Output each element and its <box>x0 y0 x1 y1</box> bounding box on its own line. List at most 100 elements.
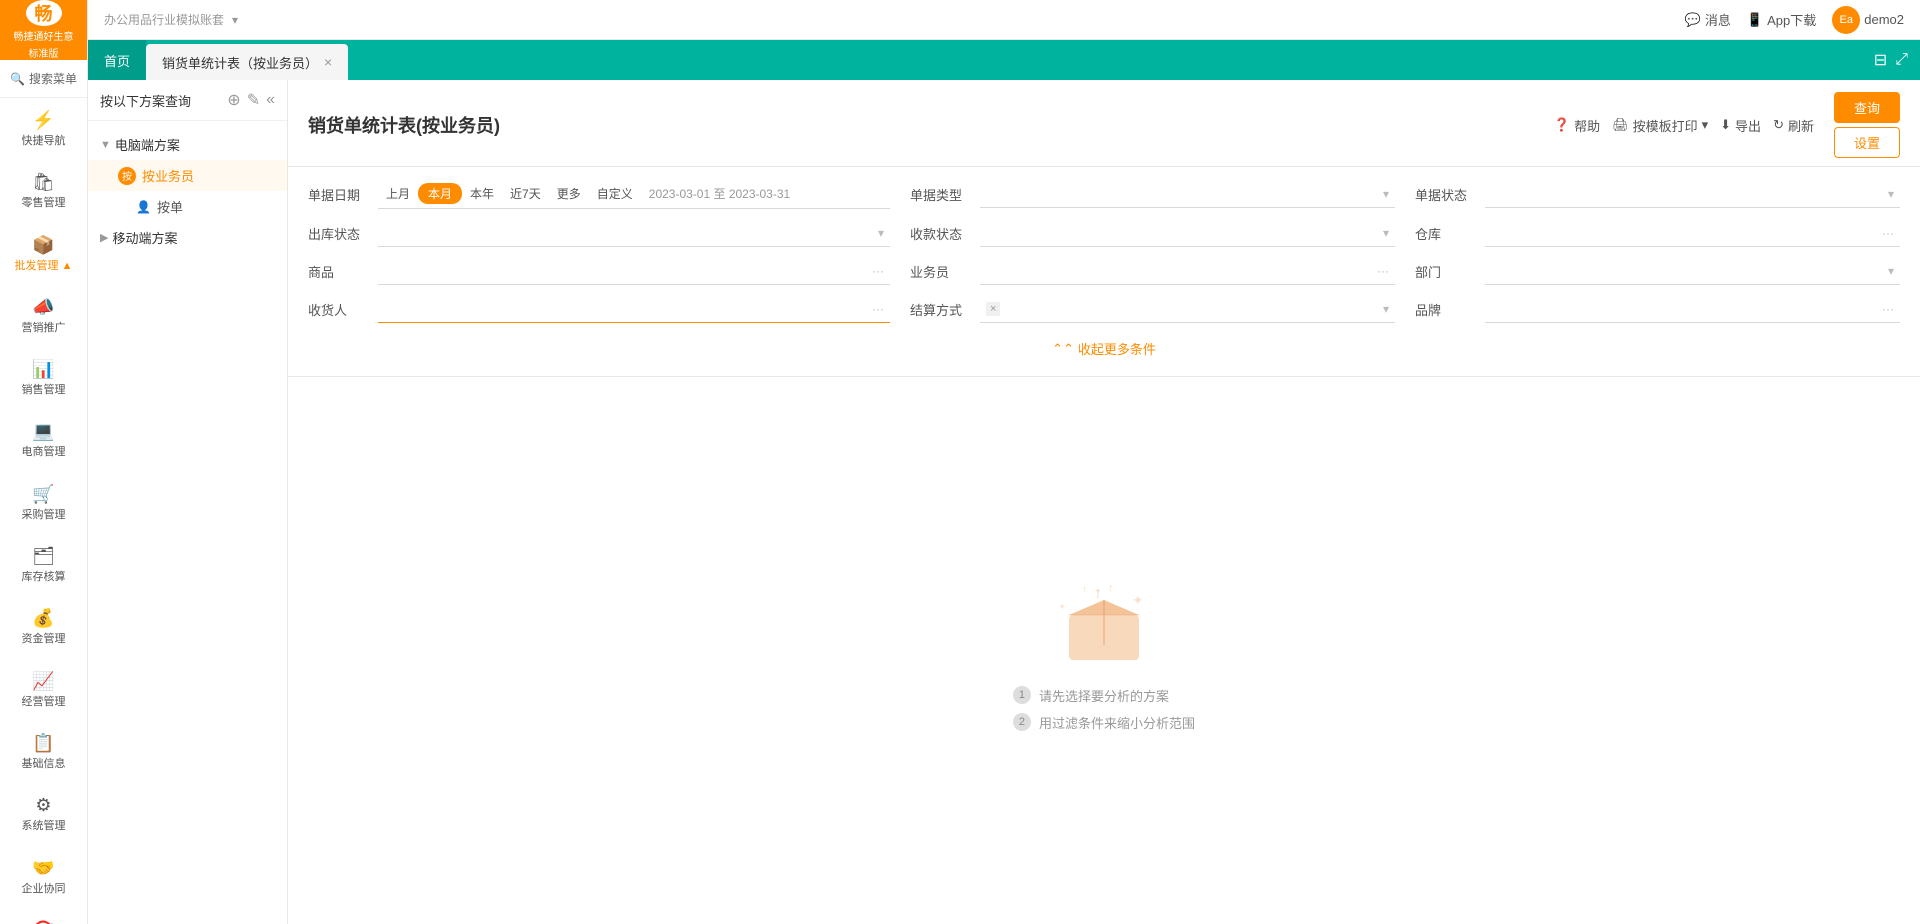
sidebar-item-marketing[interactable]: 📣 营销推广 <box>0 285 87 347</box>
query-button[interactable]: 查询 <box>1834 92 1900 123</box>
date-btn-more[interactable]: 更多 <box>549 183 589 204</box>
sidebar-search[interactable]: 🔍 搜索菜单 <box>0 60 87 98</box>
date-filter-control: 上月 本月 本年 近7天 更多 自定义 2023-03-01 至 2023-03… <box>378 179 890 209</box>
receipt-status-arrow: ▾ <box>1383 226 1389 240</box>
tree-sub-child-order[interactable]: 👤 按单 <box>88 191 287 222</box>
tab-minimize-icon[interactable]: ⊟ <box>1874 50 1887 70</box>
sidebar-item-purchase[interactable]: 🛒 采购管理 <box>0 472 87 534</box>
filter-settlement: 结算方式 × ▾ <box>910 295 1395 323</box>
sidebar-item-finance[interactable]: 💰 资金管理 <box>0 596 87 658</box>
basic-label: 基础信息 <box>22 757 66 771</box>
child-icon-staff: 按 <box>118 167 136 185</box>
date-btn-this-year[interactable]: 本年 <box>462 183 502 204</box>
date-range-text: 2023-03-01 至 2023-03-31 <box>649 185 790 202</box>
product-control[interactable]: ··· <box>378 257 890 285</box>
collapse-panel-icon[interactable]: « <box>266 91 275 109</box>
doc-status-label: 单据状态 <box>1415 185 1485 204</box>
date-btn-custom[interactable]: 自定义 <box>589 183 641 204</box>
sidebar-item-basic[interactable]: 📋 基础信息 <box>0 721 87 783</box>
hint-item-2: 2 用过滤条件来缩小分析范围 <box>1013 713 1195 732</box>
app-download-action[interactable]: 📱 App下载 <box>1747 10 1816 29</box>
settlement-clear-icon[interactable]: × <box>986 302 1000 316</box>
export-action[interactable]: ⬇ 导出 <box>1720 116 1761 135</box>
sidebar-item-quick-nav[interactable]: ⚡ 快捷导航 <box>0 98 87 160</box>
product-more-icon: ··· <box>872 264 884 278</box>
tree-group-desktop-header[interactable]: ▼ 电脑端方案 <box>88 129 287 160</box>
date-btn-last7[interactable]: 近7天 <box>502 183 549 204</box>
filter-staff: 业务员 ··· <box>910 257 1395 285</box>
sidebar-item-sales[interactable]: 📊 销售管理 <box>0 347 87 409</box>
print-action[interactable]: 🖨 按模板打印 ▾ <box>1612 116 1708 135</box>
tree-child-by-staff[interactable]: 按 按业务员 <box>88 160 287 191</box>
hint-num-2: 2 <box>1013 713 1031 731</box>
date-btn-last-month[interactable]: 上月 <box>378 183 418 204</box>
warehouse-control[interactable]: ··· <box>1485 219 1900 247</box>
help-action[interactable]: ❓ 帮助 <box>1554 116 1600 135</box>
sidebar-item-wholesale[interactable]: 📦 批发管理 ▲ <box>0 223 87 285</box>
settlement-control[interactable]: × ▾ <box>980 295 1395 323</box>
tab-close-icon[interactable]: × <box>324 54 332 70</box>
svg-text:↑: ↑ <box>1082 584 1087 595</box>
doc-type-arrow: ▾ <box>1383 187 1389 201</box>
sidebar-logo[interactable]: 畅 畅捷通好生意 标准版 <box>0 0 87 60</box>
tree-group-desktop: ▼ 电脑端方案 按 按业务员 👤 按单 <box>88 129 287 222</box>
tree-arrow-mobile: ▶ <box>100 231 108 244</box>
tree-group-desktop-label: 电脑端方案 <box>115 135 180 154</box>
sidebar-item-retail[interactable]: 🛍 零售管理 <box>0 160 87 222</box>
filter-row-2: 出库状态 ▾ 收款状态 ▾ 仓库 <box>308 219 1900 247</box>
add-scheme-icon[interactable]: ⊕ <box>227 90 240 110</box>
marketing-icon: 📣 <box>32 297 54 318</box>
system-icon: ⚙ <box>35 795 51 816</box>
avatar-initials: Ea <box>1840 14 1853 26</box>
staff-control[interactable]: ··· <box>980 257 1395 285</box>
print-label: 按模板打印 <box>1633 116 1698 135</box>
sales-label: 销售管理 <box>22 383 66 397</box>
sidebar-item-newbie[interactable]: 🎯 新手引导 <box>0 908 87 924</box>
empty-hints: 1 请先选择要分析的方案 2 用过滤条件来缩小分析范围 <box>1013 686 1195 732</box>
brand-control[interactable]: ··· <box>1485 295 1900 323</box>
date-btn-this-month[interactable]: 本月 <box>418 183 462 204</box>
date-label: 单据日期 <box>308 185 378 204</box>
tree-group-mobile: ▶ 移动端方案 <box>88 222 287 253</box>
collapse-label: 收起更多条件 <box>1078 339 1156 358</box>
sidebar-item-system[interactable]: ⚙ 系统管理 <box>0 783 87 845</box>
sidebar-item-collab[interactable]: 🤝 企业协同 <box>0 846 87 908</box>
receipt-status-control[interactable]: ▾ <box>980 219 1395 247</box>
tab-expand-icon[interactable]: ⤢ <box>1895 51 1908 69</box>
filter-department: 部门 ▾ <box>1415 257 1900 285</box>
brand-more-icon: ··· <box>1882 302 1894 316</box>
edit-scheme-icon[interactable]: ✎ <box>247 90 260 110</box>
quick-nav-icon: ⚡ <box>32 110 54 131</box>
doc-type-control[interactable]: ▾ <box>980 180 1395 208</box>
refresh-icon: ↻ <box>1773 117 1784 133</box>
refresh-action[interactable]: ↻ 刷新 <box>1773 116 1814 135</box>
settings-button[interactable]: 设置 <box>1834 127 1900 158</box>
refresh-label: 刷新 <box>1788 116 1814 135</box>
department-control[interactable]: ▾ <box>1485 257 1900 285</box>
ecommerce-icon: 💻 <box>32 421 54 442</box>
quick-nav-label: 快捷导航 <box>22 134 66 148</box>
collapse-button[interactable]: ⌃⌃ 收起更多条件 <box>1052 339 1156 358</box>
tab-home[interactable]: 首页 <box>88 40 146 80</box>
message-action[interactable]: 💬 消息 <box>1685 10 1731 29</box>
filter-row-3: 商品 ··· 业务员 ··· 部门 <box>308 257 1900 285</box>
sidebar-item-inventory[interactable]: 🗂 库存核算 <box>0 534 87 596</box>
breadcrumb-text[interactable]: 办公用品行业模拟账套 <box>104 11 224 28</box>
page-title: 销货单统计表(按业务员) <box>308 112 500 138</box>
filter-area: 单据日期 上月 本月 本年 近7天 更多 自定义 2023-03-01 至 20… <box>288 167 1920 377</box>
filter-out-status: 出库状态 ▾ <box>308 219 890 247</box>
tree-group-mobile-header[interactable]: ▶ 移动端方案 <box>88 222 287 253</box>
sidebar-item-operations[interactable]: 📈 经营管理 <box>0 659 87 721</box>
inventory-icon: 🗂 <box>32 546 55 567</box>
out-status-control[interactable]: ▾ <box>378 219 890 247</box>
consignee-label: 收货人 <box>308 300 378 319</box>
consignee-control[interactable]: ··· <box>378 295 890 323</box>
tab-active[interactable]: 销货单统计表（按业务员） × <box>146 44 348 80</box>
sidebar-item-ecommerce[interactable]: 💻 电商管理 <box>0 409 87 471</box>
logo-icon: 畅 <box>26 0 62 26</box>
user-action[interactable]: Ea demo2 <box>1832 6 1904 34</box>
message-icon: 💬 <box>1685 12 1701 28</box>
doc-status-control[interactable]: ▾ <box>1485 180 1900 208</box>
staff-label: 业务员 <box>910 262 980 281</box>
collab-icon: 🤝 <box>32 858 54 879</box>
